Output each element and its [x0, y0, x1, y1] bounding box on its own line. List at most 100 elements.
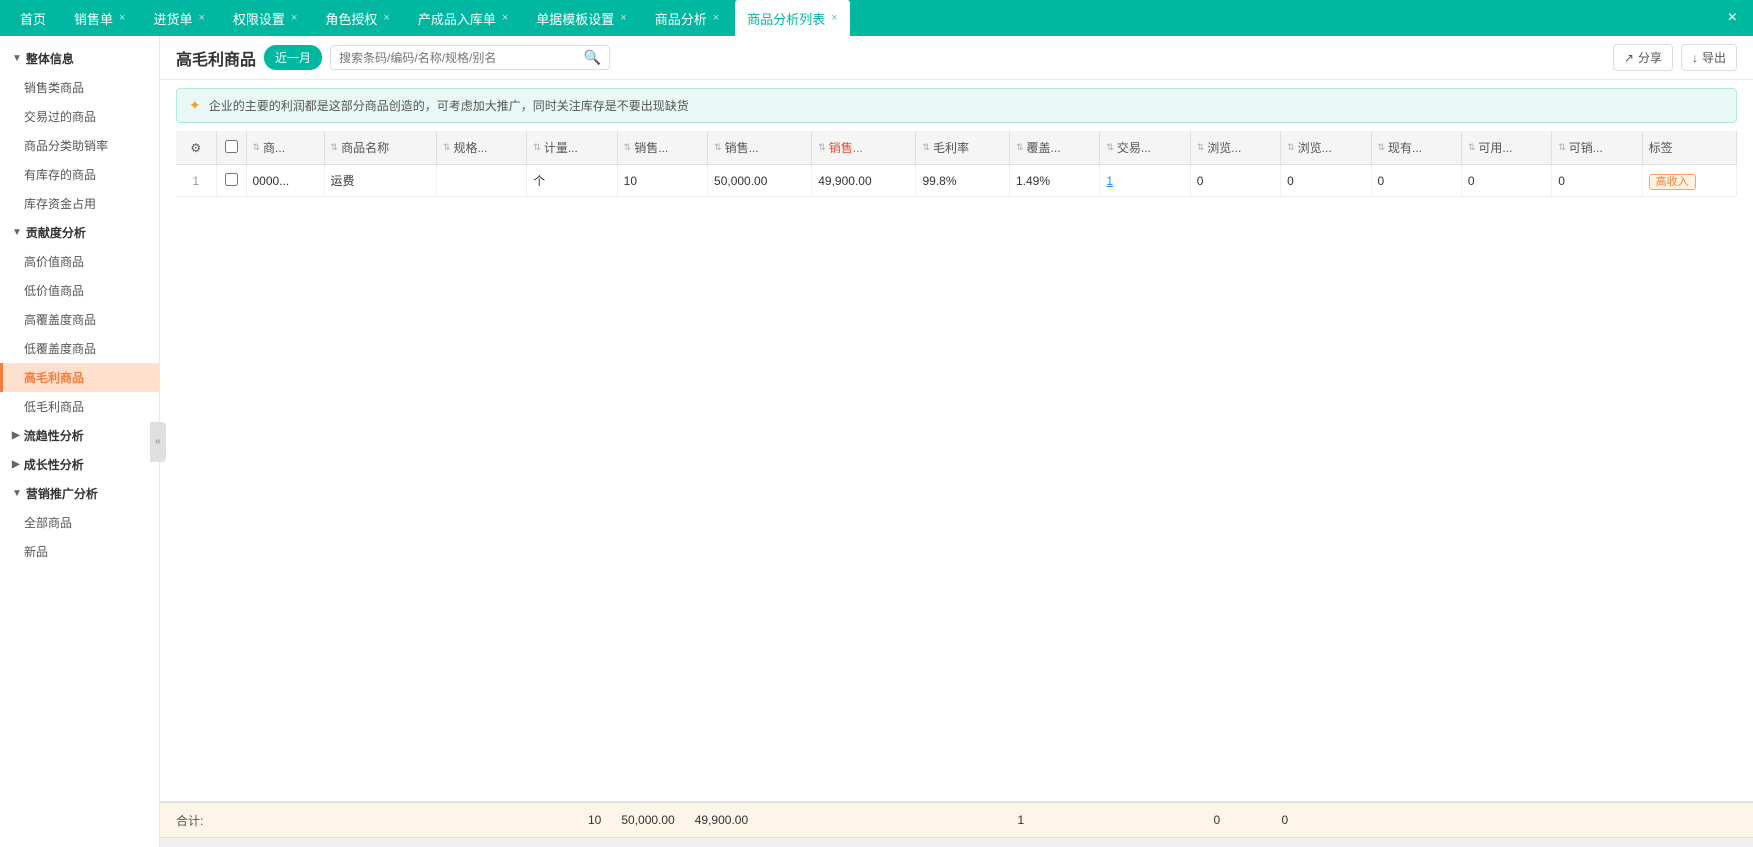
data-table: ⚙ ⇅ 商... ⇅ — [176, 131, 1737, 197]
chevron-right-icon-2: ▶ — [12, 459, 20, 470]
chevron-right-icon: ▶ — [12, 430, 20, 441]
chevron-down-icon-2: ▼ — [12, 227, 22, 238]
sidebar-item-low-coverage[interactable]: 低覆盖度商品 — [0, 334, 159, 363]
export-button[interactable]: ↓ 导出 — [1681, 44, 1737, 71]
share-icon: ↗ — [1624, 51, 1634, 65]
col-sales2[interactable]: ⇅ 销售... — [708, 131, 812, 165]
row-sales3: 49,900.00 — [812, 165, 916, 197]
tab-analysis-list[interactable]: 商品分析列表 × — [735, 0, 849, 36]
col-spec[interactable]: ⇅ 规格... — [436, 131, 526, 165]
page-title: 高毛利商品 — [176, 46, 256, 70]
col-saleable[interactable]: ⇅ 可销... — [1552, 131, 1642, 165]
sidebar-item-traded-goods[interactable]: 交易过的商品 — [0, 102, 159, 131]
row-current: 0 — [1371, 165, 1461, 197]
col-sort-icon-10: ⇅ — [1106, 142, 1114, 153]
tab-permissions-close[interactable]: × — [291, 12, 297, 24]
col-current[interactable]: ⇅ 现有... — [1371, 131, 1461, 165]
tab-products-in-close[interactable]: × — [502, 12, 508, 24]
col-sort-icon-4: ⇅ — [533, 142, 541, 153]
col-code[interactable]: ⇅ 商... — [246, 131, 324, 165]
col-settings[interactable]: ⚙ — [176, 131, 216, 165]
top-nav-bar: 首页 销售单 × 进货单 × 权限设置 × 角色授权 × 产成品入库单 × 单据… — [0, 0, 1753, 36]
tab-roles[interactable]: 角色授权 × — [313, 0, 401, 36]
sidebar-group-growth[interactable]: ▶ 成长性分析 — [0, 450, 159, 479]
sidebar: ▼ 整体信息 销售类商品 交易过的商品 商品分类助销率 有库存的商品 库存资金占… — [0, 36, 160, 847]
sidebar-item-all-goods[interactable]: 全部商品 — [0, 508, 159, 537]
tab-sales[interactable]: 销售单 × — [62, 0, 137, 36]
tab-sales-close[interactable]: × — [119, 12, 125, 24]
row-tag: 高收入 — [1642, 165, 1736, 197]
col-sales3[interactable]: ⇅ 销售... — [812, 131, 916, 165]
tab-roles-close[interactable]: × — [383, 12, 389, 24]
footer-sales1: 10 — [547, 813, 607, 827]
col-name[interactable]: ⇅ 商品名称 — [324, 131, 436, 165]
sidebar-item-stock-capital[interactable]: 库存资金占用 — [0, 189, 159, 218]
sidebar-item-new-goods[interactable]: 新品 — [0, 537, 159, 566]
row-browse2: 0 — [1281, 165, 1371, 197]
col-browse1[interactable]: ⇅ 浏览... — [1190, 131, 1280, 165]
tab-permissions-label: 权限设置 — [233, 9, 285, 28]
col-sort-icon-13: ⇅ — [1378, 142, 1386, 153]
sidebar-group-trend[interactable]: ▶ 流趋性分析 — [0, 421, 159, 450]
share-button[interactable]: ↗ 分享 — [1613, 44, 1673, 71]
sidebar-item-sales-goods[interactable]: 销售类商品 — [0, 73, 159, 102]
col-unit[interactable]: ⇅ 计量... — [527, 131, 617, 165]
col-sort-icon-14: ⇅ — [1468, 142, 1476, 153]
col-sort-icon-15: ⇅ — [1558, 142, 1566, 153]
row-spec — [436, 165, 526, 197]
sidebar-group-contribution[interactable]: ▼ 贡献度分析 — [0, 218, 159, 247]
sidebar-item-high-margin[interactable]: 高毛利商品 — [0, 363, 159, 392]
filter-recent-month-button[interactable]: 近一月 — [264, 45, 322, 70]
content-header: 高毛利商品 近一月 🔍 ↗ 分享 ↓ 导出 — [160, 36, 1753, 80]
table-header-row: ⚙ ⇅ 商... ⇅ — [176, 131, 1737, 165]
tab-product-analysis[interactable]: 商品分析 × — [643, 0, 731, 36]
footer-current: 0 — [1166, 813, 1226, 827]
tab-analysis-list-close[interactable]: × — [831, 12, 837, 24]
row-checkbox[interactable] — [225, 173, 238, 186]
tab-products-in[interactable]: 产成品入库单 × — [406, 0, 520, 36]
col-available[interactable]: ⇅ 可用... — [1461, 131, 1551, 165]
tab-purchase-close[interactable]: × — [198, 12, 204, 24]
col-transaction[interactable]: ⇅ 交易... — [1100, 131, 1190, 165]
tab-purchase[interactable]: 进货单 × — [141, 0, 216, 36]
window-close-button[interactable]: × — [1720, 5, 1745, 31]
sidebar-item-high-value[interactable]: 高价值商品 — [0, 247, 159, 276]
footer-sales3: 49,900.00 — [689, 813, 754, 827]
sidebar-collapse-button[interactable]: « — [150, 422, 166, 462]
col-browse2[interactable]: ⇅ 浏览... — [1281, 131, 1371, 165]
tab-template-close[interactable]: × — [620, 12, 626, 24]
tab-home[interactable]: 首页 — [8, 0, 58, 36]
tab-permissions[interactable]: 权限设置 × — [221, 0, 309, 36]
sidebar-group-overall[interactable]: ▼ 整体信息 — [0, 44, 159, 73]
info-banner-text: 企业的主要的利润都是这部分商品创造的，可考虑加大推广，同时关注库存是不要出现缺货 — [209, 97, 689, 114]
footer-sales2: 50,000.00 — [615, 813, 680, 827]
tag-badge: 高收入 — [1649, 174, 1696, 190]
col-sales1[interactable]: ⇅ 销售... — [617, 131, 707, 165]
sidebar-item-high-coverage[interactable]: 高覆盖度商品 — [0, 305, 159, 334]
footer-available: 0 — [1234, 813, 1294, 827]
col-gross-rate[interactable]: ⇅ 毛利率 — [916, 131, 1010, 165]
tab-analysis-list-label: 商品分析列表 — [747, 9, 825, 28]
sidebar-item-low-margin[interactable]: 低毛利商品 — [0, 392, 159, 421]
row-code[interactable]: 0000... — [246, 165, 324, 197]
transaction-link[interactable]: 1 — [1106, 174, 1113, 188]
tab-template-label: 单据模板设置 — [536, 9, 614, 28]
col-sort-icon-7: ⇅ — [818, 142, 826, 153]
search-input[interactable] — [339, 51, 580, 65]
chevron-down-icon-3: ▼ — [12, 488, 22, 499]
table-row: 1 0000... 运费 个 10 50,000.00 49,900.00 99… — [176, 165, 1737, 197]
col-sort-icon-12: ⇅ — [1287, 142, 1295, 153]
tab-template[interactable]: 单据模板设置 × — [524, 0, 638, 36]
row-name: 运费 — [324, 165, 436, 197]
select-all-checkbox[interactable] — [225, 140, 238, 153]
footer-label: 合计: — [176, 812, 203, 829]
footer-transaction: 1 — [970, 813, 1030, 827]
sidebar-item-stock-goods[interactable]: 有库存的商品 — [0, 160, 159, 189]
row-coverage: 1.49% — [1010, 165, 1100, 197]
sidebar-item-category-assist[interactable]: 商品分类助销率 — [0, 131, 159, 160]
bottom-scrollbar[interactable] — [160, 837, 1753, 847]
sidebar-item-low-value[interactable]: 低价值商品 — [0, 276, 159, 305]
col-coverage[interactable]: ⇅ 覆盖... — [1010, 131, 1100, 165]
tab-product-analysis-close[interactable]: × — [713, 12, 719, 24]
sidebar-group-marketing[interactable]: ▼ 营销推广分析 — [0, 479, 159, 508]
